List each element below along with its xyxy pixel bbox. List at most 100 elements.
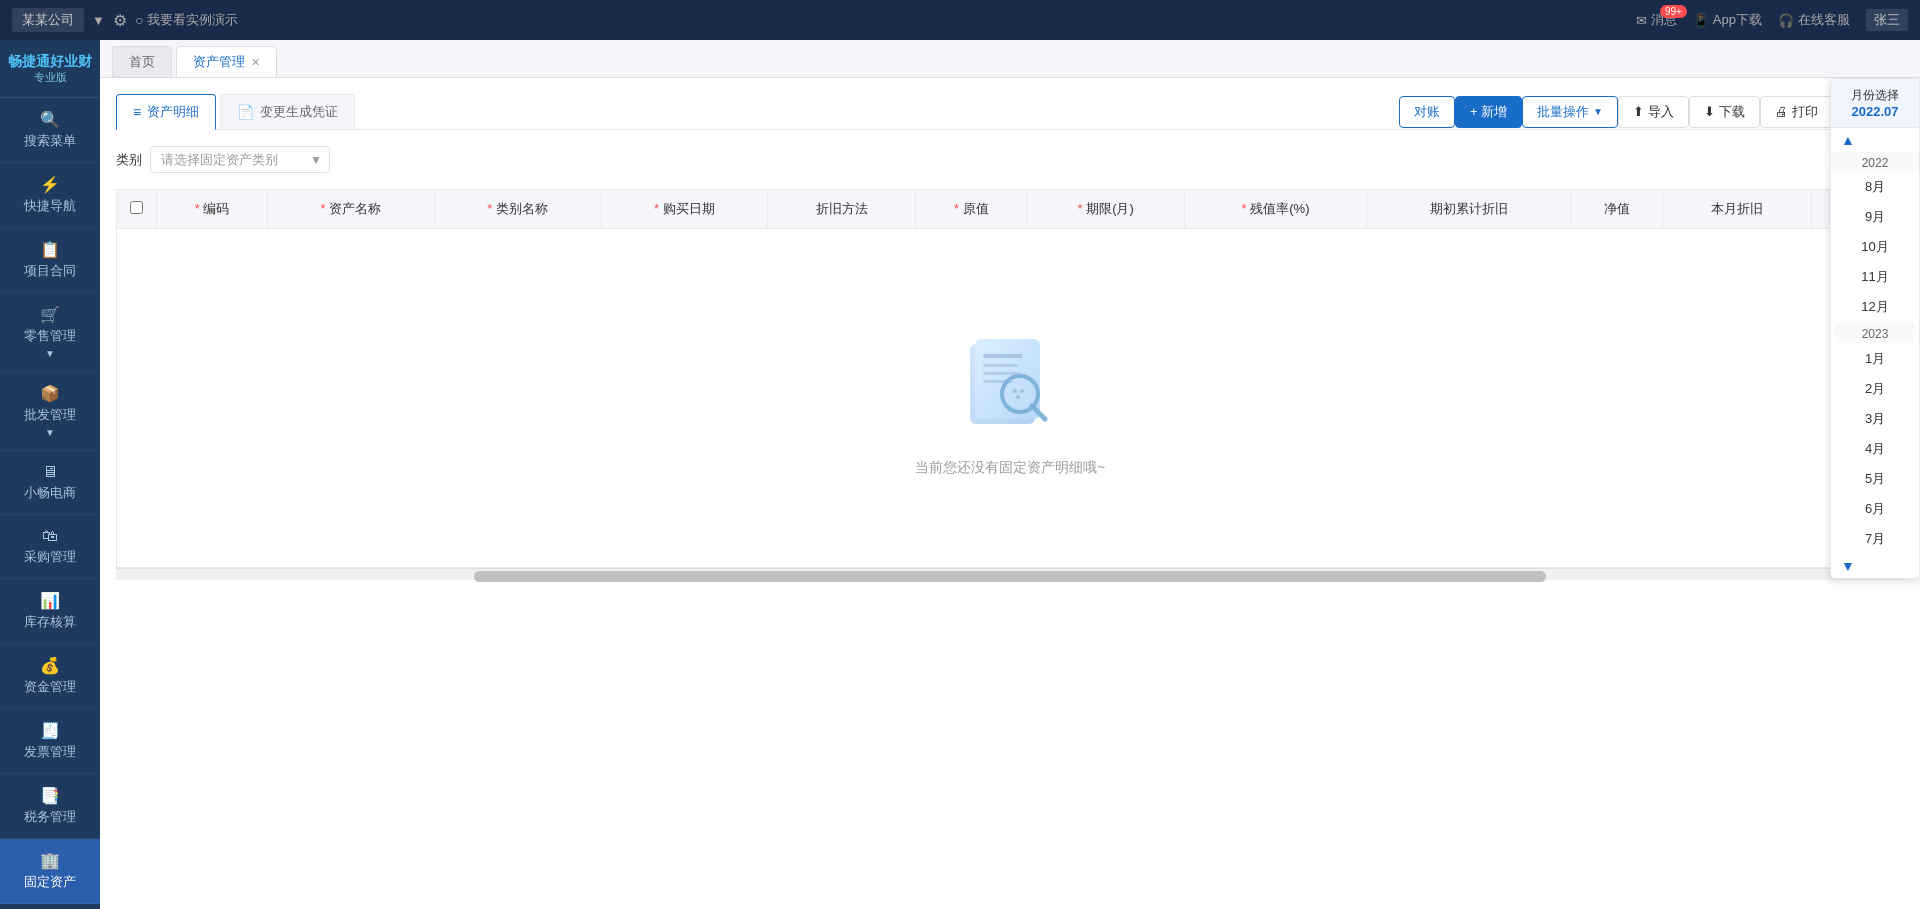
app-subtitle: 专业版 [8, 70, 92, 85]
month-8[interactable]: 8月 [1831, 172, 1919, 202]
tab-asset-label: 资产管理 [193, 53, 245, 71]
month-9[interactable]: 9月 [1831, 202, 1919, 232]
month-12[interactable]: 12月 [1831, 292, 1919, 322]
month-4[interactable]: 4月 [1831, 434, 1919, 464]
batch-ops-button[interactable]: 批量操作 ▼ [1522, 96, 1618, 128]
add-button[interactable]: + 新增 [1455, 96, 1522, 128]
sidebar-item-label: 搜索菜单 [24, 132, 76, 150]
checkbox-header [117, 190, 157, 229]
sidebar-item-label: 快捷导航 [24, 197, 76, 215]
company-selector[interactable]: 某某公司 [12, 8, 84, 32]
month-panel-title: 月份选择 [1839, 87, 1911, 104]
sidebar-item-finance[interactable]: 💰 资金管理 [0, 644, 100, 709]
message-button[interactable]: ✉ 消息 99+ [1636, 11, 1677, 29]
search-icon: 🔍 [40, 110, 60, 129]
content-area: 首页 资产管理 ✕ ✕ ⤢ 月份选择 2022.07 ▲ [100, 40, 1920, 909]
col-purchase-date: * 购买日期 [601, 190, 768, 229]
sub-tab-asset-detail[interactable]: ≡ 资产明细 [116, 94, 216, 130]
svg-point-11 [1016, 395, 1020, 399]
app-download-button[interactable]: 📱 App下载 [1693, 11, 1762, 29]
sidebar-item-project[interactable]: 📋 项目合同 [0, 228, 100, 293]
filter-select-wrap: 请选择固定资产类别 ▼ [150, 146, 330, 173]
filter-category-label: 类别 [116, 151, 142, 169]
month-11[interactable]: 11月 [1831, 262, 1919, 292]
filter-group: 类别 请选择固定资产类别 ▼ [116, 146, 330, 173]
sidebar-item-retail[interactable]: 🛒 零售管理 ▼ [0, 293, 100, 372]
list-icon: ≡ [133, 104, 141, 120]
download-button[interactable]: ⬇ 下载 [1689, 96, 1760, 128]
month-7[interactable]: 7月 [1831, 524, 1919, 554]
month-1[interactable]: 1月 [1831, 344, 1919, 374]
month-panel-down-icon[interactable]: ▼ [1837, 556, 1859, 576]
svg-rect-4 [983, 372, 1021, 375]
print-button[interactable]: 🖨 打印 [1760, 96, 1833, 128]
import-button[interactable]: ⬆ 导入 [1618, 96, 1689, 128]
sidebar-item-fixed-assets[interactable]: 🏢 固定资产 [0, 839, 100, 904]
col-monthly-depreciation: 本月折旧 [1663, 190, 1811, 229]
phone-icon: 📱 [1693, 13, 1709, 28]
select-all-checkbox[interactable] [130, 201, 143, 214]
category-select[interactable]: 请选择固定资产类别 [150, 146, 330, 173]
month-5[interactable]: 5月 [1831, 464, 1919, 494]
sidebar-brand: 畅捷通好业财 专业版 [0, 40, 100, 98]
import-icon: ⬆ [1633, 104, 1644, 119]
top-bar: 某某公司 ▼ ⚙ ○ 我要看实例演示 ✉ 消息 99+ 📱 App下载 🎧 在线… [0, 0, 1920, 40]
asset-table: * 编码 * 资产名称 * 类别名称 * 购买日期 折旧方法 * 原值 * 期限… [116, 189, 1904, 568]
online-support-button[interactable]: 🎧 在线客服 [1778, 11, 1850, 29]
month-2[interactable]: 2月 [1831, 374, 1919, 404]
money-icon: 💰 [40, 656, 60, 675]
horizontal-scrollbar[interactable] [116, 568, 1904, 580]
sidebar-item-ecommerce[interactable]: 🖥 小畅电商 [0, 451, 100, 515]
month-10[interactable]: 10月 [1831, 232, 1919, 262]
sidebar-item-payroll[interactable]: 💵 工资 [0, 904, 100, 909]
sidebar-item-label: 零售管理 [24, 327, 76, 345]
top-bar-right: ✉ 消息 99+ 📱 App下载 🎧 在线客服 张三 [1636, 9, 1908, 31]
sidebar-item-search[interactable]: 🔍 搜索菜单 [0, 98, 100, 163]
demo-link[interactable]: ○ 我要看实例演示 [135, 11, 238, 29]
sub-tab-change-voucher[interactable]: 📄 变更生成凭证 [220, 94, 355, 129]
month-panel-current: 2022.07 [1839, 104, 1911, 119]
filter-bar: 类别 请选择固定资产类别 ▼ [116, 146, 1904, 173]
sidebar-item-label: 固定资产 [24, 873, 76, 891]
table-wrap: * 编码 * 资产名称 * 类别名称 * 购买日期 折旧方法 * 原值 * 期限… [116, 189, 1904, 568]
sidebar-item-label: 库存核算 [24, 613, 76, 631]
svg-point-10 [1020, 389, 1024, 393]
svg-rect-3 [983, 364, 1018, 367]
empty-text: 当前您还没有固定资产明细哦~ [915, 459, 1105, 477]
sidebar-item-inventory[interactable]: 📊 库存核算 [0, 579, 100, 644]
col-accumulated-depreciation: 期初累计折旧 [1367, 190, 1571, 229]
month-panel-bottom-nav: ▼ [1831, 554, 1919, 578]
sidebar-item-wholesale[interactable]: 📦 批发管理 ▼ [0, 372, 100, 451]
sidebar-item-invoice[interactable]: 🧾 发票管理 [0, 709, 100, 774]
tab-home[interactable]: 首页 [112, 46, 172, 77]
scrollbar-thumb[interactable] [474, 571, 1547, 582]
empty-illustration [950, 319, 1070, 439]
month-3[interactable]: 3月 [1831, 404, 1919, 434]
empty-state-cell: 当前您还没有固定资产明细哦~ [117, 229, 1904, 568]
month-panel-up-icon[interactable]: ▲ [1837, 130, 1859, 150]
main-layout: 畅捷通好业财 专业版 🔍 搜索菜单 ⚡ 快捷导航 📋 项目合同 🛒 零售管理 ▼… [0, 40, 1920, 909]
sidebar-item-purchase[interactable]: 🛍 采购管理 [0, 515, 100, 579]
chevron-icon: ▼ [45, 348, 55, 359]
sub-tab-change-voucher-label: 变更生成凭证 [260, 103, 338, 121]
tab-asset-management[interactable]: 资产管理 ✕ [176, 46, 277, 77]
year-2022-label: 2022 [1831, 152, 1919, 172]
circle-icon: ○ [135, 12, 143, 28]
sidebar-item-quick-nav[interactable]: ⚡ 快捷导航 [0, 163, 100, 228]
svg-point-7 [1008, 382, 1032, 406]
chevron-down-icon[interactable]: ▼ [92, 13, 105, 28]
sidebar-item-tax[interactable]: 📑 税务管理 [0, 774, 100, 839]
month-6[interactable]: 6月 [1831, 494, 1919, 524]
sidebar-item-label: 资金管理 [24, 678, 76, 696]
sidebar-item-label: 采购管理 [24, 548, 76, 566]
settings-icon[interactable]: ⚙ [113, 11, 127, 30]
tab-close-icon[interactable]: ✕ [251, 56, 260, 69]
headset-icon: 🎧 [1778, 13, 1794, 28]
download-icon: ⬇ [1704, 104, 1715, 119]
receipt-icon: 🧾 [40, 721, 60, 740]
sidebar-item-label: 项目合同 [24, 262, 76, 280]
user-info[interactable]: 张三 [1866, 9, 1908, 31]
col-depreciation-method: 折旧方法 [768, 190, 916, 229]
box-icon: 📦 [40, 384, 60, 403]
reconcile-button[interactable]: 对账 [1399, 96, 1455, 128]
